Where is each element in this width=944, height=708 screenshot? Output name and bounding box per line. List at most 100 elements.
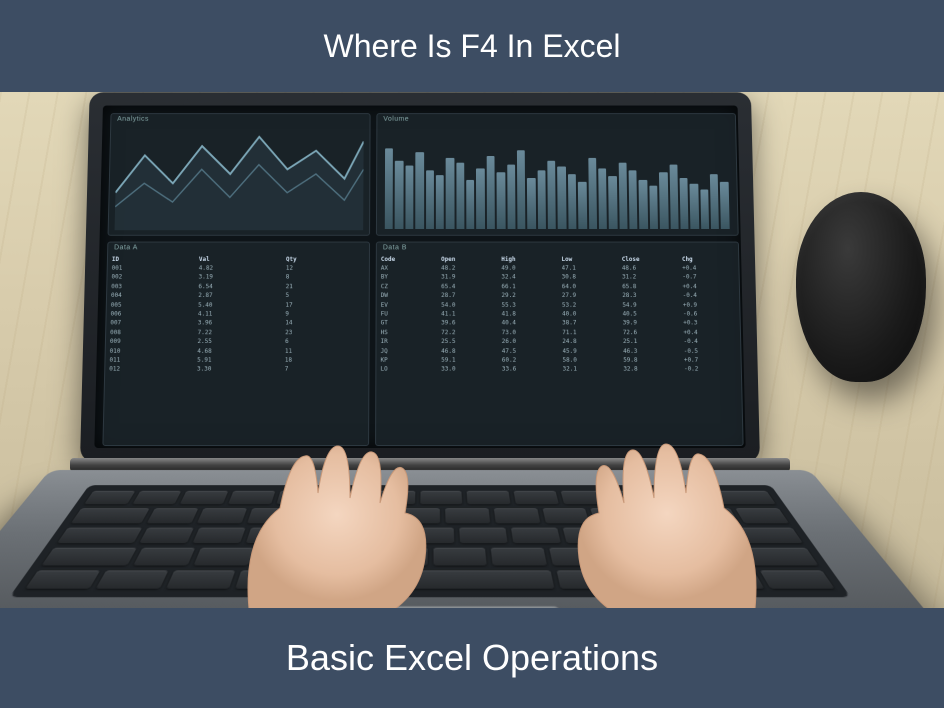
- bar: [680, 178, 689, 229]
- table-cell: 25.5: [441, 338, 494, 346]
- table-header: Low: [561, 256, 613, 264]
- table-cell: 6: [285, 338, 365, 346]
- bar: [669, 164, 678, 228]
- table-cell: 12: [286, 265, 365, 273]
- table-cell: 45.9: [562, 348, 615, 356]
- bar: [618, 162, 627, 228]
- table-cell: JQ: [381, 348, 434, 356]
- table-cell: 53.2: [562, 301, 615, 309]
- table-cell: DW: [381, 292, 434, 300]
- table-cell: 26.0: [502, 338, 555, 346]
- bar: [547, 160, 556, 228]
- table-cell: 27.9: [562, 292, 615, 300]
- table-cell: LO: [380, 366, 433, 374]
- table-cell: 47.1: [562, 265, 614, 273]
- bar: [507, 164, 516, 228]
- chart-panel-bars: Volume: [376, 113, 739, 235]
- hand-right: [534, 398, 794, 608]
- table-cell: 65.8: [622, 283, 675, 291]
- table-cell: 72.2: [441, 329, 494, 337]
- table-cell: 46.3: [623, 348, 676, 356]
- table-cell: 40.0: [562, 311, 615, 319]
- table-cell: 32.8: [623, 366, 676, 374]
- table-cell: 3.30: [197, 366, 277, 374]
- table-cell: -0.4: [683, 292, 736, 300]
- table-cell: 38.7: [562, 320, 615, 328]
- table-cell: 011: [109, 357, 189, 365]
- table-cell: 21: [286, 283, 365, 291]
- table-cell: 30.8: [562, 274, 615, 282]
- table-header: High: [501, 256, 553, 264]
- table-cell: KP: [380, 357, 433, 365]
- table-cell: 4.11: [198, 311, 278, 319]
- bar: [476, 168, 484, 229]
- table-cell: -0.4: [683, 338, 736, 346]
- table-cell: IR: [381, 338, 434, 346]
- table-cell: 28.3: [622, 292, 675, 300]
- table-cell: AX: [381, 265, 433, 273]
- title-text-top: Where Is F4 In Excel: [324, 28, 621, 65]
- table-cell: 7: [285, 366, 365, 374]
- table-cell: +0.4: [682, 265, 735, 273]
- table-cell: 9: [285, 311, 365, 319]
- laptop-screen: Analytics Volume Data A IDValQty00: [94, 106, 745, 448]
- table-cell: 46.8: [441, 348, 494, 356]
- table-cell: +0.4: [682, 283, 735, 291]
- table-cell: 64.0: [562, 283, 615, 291]
- hand-left: [210, 398, 470, 608]
- bar: [497, 172, 506, 229]
- table-header: Chg: [682, 256, 735, 264]
- table-cell: 008: [110, 329, 190, 337]
- table-cell: GT: [381, 320, 434, 328]
- table-cell: 012: [109, 366, 189, 374]
- laptop-base: [0, 470, 944, 608]
- table-cell: 73.0: [502, 329, 555, 337]
- bar: [710, 174, 719, 229]
- table-cell: FU: [381, 311, 434, 319]
- panel-label: Data A: [114, 244, 138, 251]
- bar: [598, 168, 607, 229]
- bar: [385, 149, 393, 229]
- table-cell: 60.2: [502, 357, 555, 365]
- bar: [568, 174, 577, 229]
- table-cell: 009: [110, 338, 190, 346]
- table-cell: 47.5: [502, 348, 555, 356]
- table-cell: 41.8: [502, 311, 555, 319]
- table-cell: +0.3: [683, 320, 736, 328]
- table-cell: 39.6: [441, 320, 494, 328]
- bar: [558, 166, 567, 229]
- table-cell: 001: [112, 265, 191, 273]
- table-cell: 49.0: [501, 265, 553, 273]
- bar: [426, 170, 434, 229]
- table-cell: 59.1: [441, 357, 494, 365]
- bar: [659, 172, 668, 229]
- table-cell: 006: [110, 311, 190, 319]
- table-cell: 33.0: [441, 366, 494, 374]
- bar-chart-icon: [385, 131, 730, 228]
- table-cell: 48.6: [622, 265, 675, 273]
- table-cell: +0.7: [684, 357, 737, 365]
- table-cell: 72.6: [623, 329, 676, 337]
- table-header: Qty: [286, 256, 365, 264]
- desk-scene: Analytics Volume Data A IDValQty00: [0, 92, 944, 608]
- bar: [537, 170, 546, 229]
- line-chart-icon: [115, 118, 364, 231]
- table-cell: 31.2: [622, 274, 675, 282]
- panel-label: Data B: [383, 244, 407, 251]
- table-cell: 7.22: [198, 329, 278, 337]
- table-cell: 54.9: [622, 301, 675, 309]
- table-cell: 41.1: [441, 311, 494, 319]
- bar: [466, 180, 474, 229]
- table-cell: 4.82: [199, 265, 278, 273]
- bar: [405, 165, 413, 229]
- bar: [720, 182, 729, 229]
- bar: [690, 184, 699, 229]
- table-cell: 003: [111, 283, 190, 291]
- table-cell: 40.5: [622, 311, 675, 319]
- table-cell: 005: [111, 301, 191, 309]
- panel-label: Analytics: [117, 116, 149, 123]
- table-cell: +0.4: [683, 329, 736, 337]
- table-cell: 23: [285, 329, 365, 337]
- table-cell: 002: [111, 274, 190, 282]
- bar: [588, 158, 597, 228]
